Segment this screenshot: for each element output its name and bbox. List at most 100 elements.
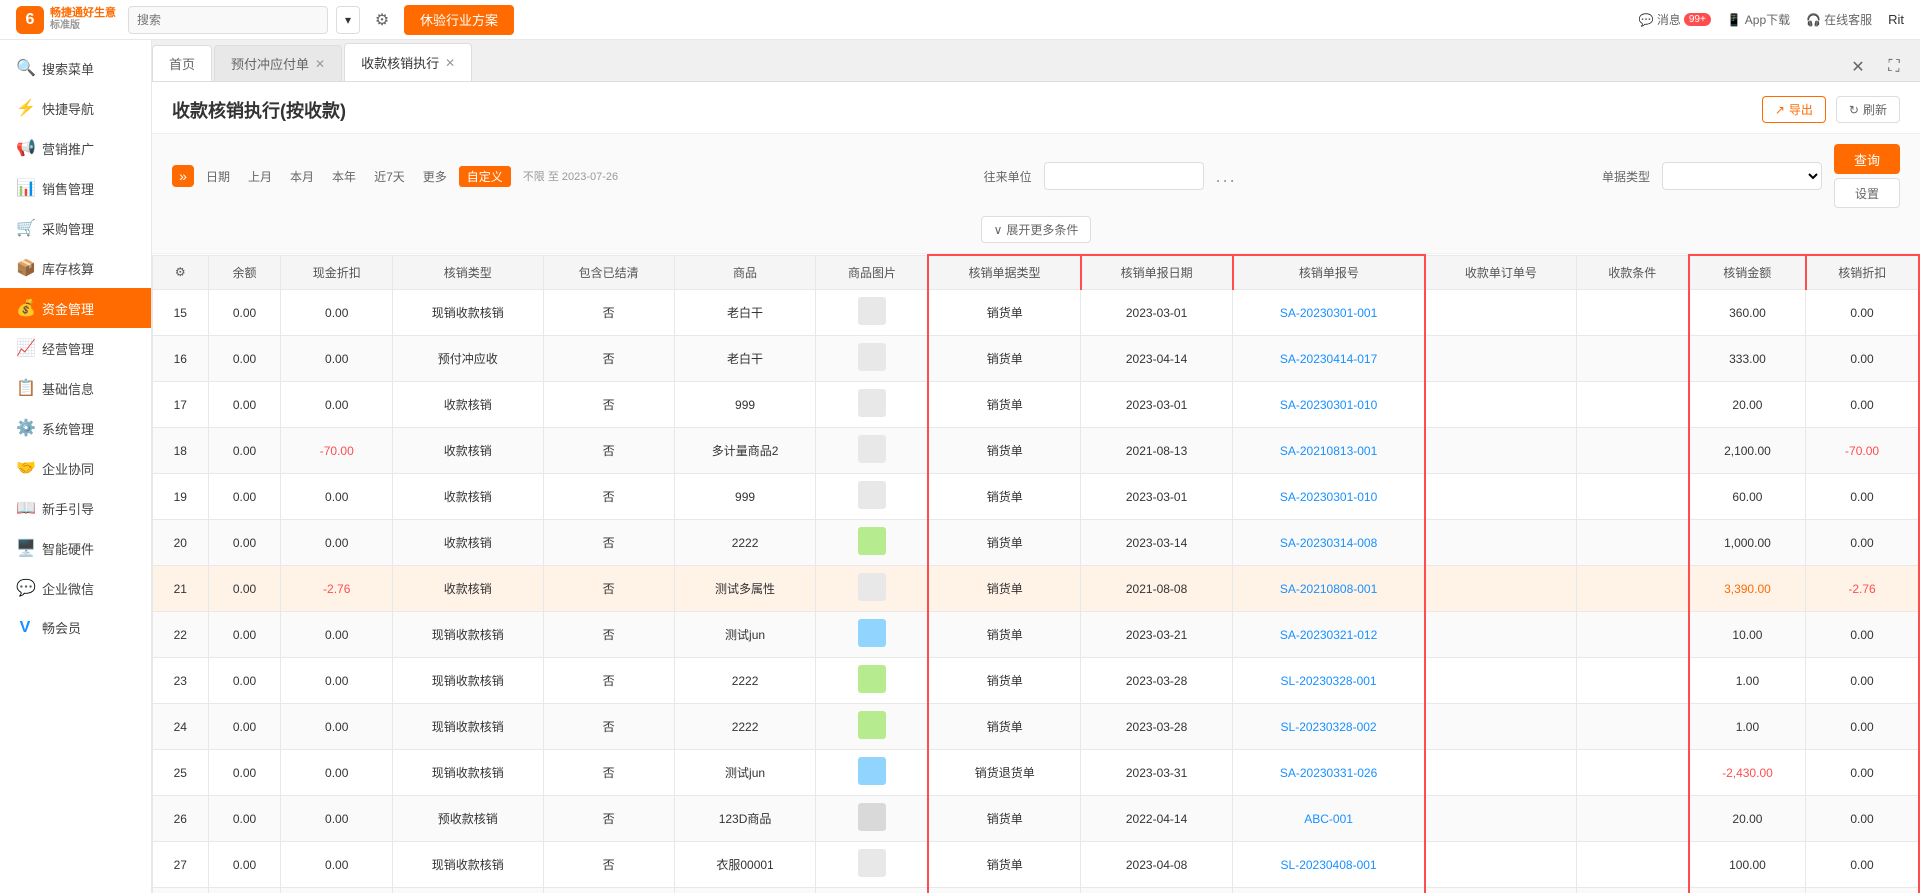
date-btn-7days[interactable]: 近7天	[368, 166, 411, 187]
table-cell-bill-report-type: 销货单	[928, 566, 1080, 612]
bill-type-select[interactable]	[1662, 162, 1822, 190]
vip-icon: V	[16, 619, 34, 637]
table-cell-bill-report-no[interactable]: SA-20210808-001	[1233, 566, 1425, 612]
nav-dropdown[interactable]: ▾	[336, 6, 360, 34]
maximize-icon[interactable]: ⛶	[1880, 53, 1908, 81]
tab-home[interactable]: 首页	[152, 45, 212, 81]
sidebar-item-hardware[interactable]: 🖥️ 智能硬件	[0, 528, 151, 568]
bill-report-no-link[interactable]: SL-20230328-001	[1281, 674, 1377, 688]
sidebar-label-basic: 基础信息	[42, 379, 94, 398]
tab-prepay[interactable]: 预付冲应付单 ✕	[214, 45, 342, 81]
sidebar-item-purchase[interactable]: 🛒 采购管理	[0, 208, 151, 248]
export-icon: ↗	[1775, 103, 1785, 117]
table-cell-bill-report-no[interactable]: SA-20210813-001	[1233, 428, 1425, 474]
col-balance-header: 余额	[208, 255, 281, 290]
table-cell-bill-report-no[interactable]: SA-20230301-010	[1233, 474, 1425, 520]
page-content: 收款核销执行(按收款) ↗ 导出 ↻ 刷新 »	[152, 82, 1920, 893]
table-cell-receipt-order-no	[1425, 658, 1576, 704]
bill-report-no-link[interactable]: SA-20230314-008	[1280, 536, 1377, 550]
table-cell-bill-report-no[interactable]: SA-20230414-017	[1233, 336, 1425, 382]
bill-report-no-link[interactable]: SA-20230331-026	[1280, 766, 1377, 780]
refresh-button[interactable]: ↻ 刷新	[1836, 96, 1900, 123]
message-btn[interactable]: 💬 消息 99+	[1639, 11, 1711, 28]
table-settings-button[interactable]: 设置	[1834, 178, 1900, 208]
bill-report-no-link[interactable]: SA-20230414-017	[1280, 352, 1377, 366]
table-cell-receipt-order-no	[1425, 566, 1576, 612]
bill-report-no-link[interactable]: SA-20230301-010	[1280, 398, 1377, 412]
app-download-btn[interactable]: 📱 App下载	[1727, 11, 1790, 28]
table-cell-cancel-discount: 0.00	[1806, 842, 1919, 888]
sidebar-item-finance[interactable]: 💰 资金管理	[0, 288, 151, 328]
table-cell-product-image	[816, 842, 928, 888]
tab-receipt-cancel-close[interactable]: ✕	[445, 56, 455, 70]
table-cell-bill-report-no[interactable]: SA-20230301-010	[1233, 382, 1425, 428]
table-cell-bill-report-no[interactable]: SA-20230321-012	[1233, 612, 1425, 658]
sidebar-item-quick[interactable]: ⚡ 快捷导航	[0, 88, 151, 128]
tab-receipt-cancel[interactable]: 收款核销执行 ✕	[344, 43, 472, 81]
table-cell-product-image	[816, 796, 928, 842]
top-search-input[interactable]	[128, 6, 328, 34]
table-cell-bill-report-date: 2023-03-01	[1081, 290, 1233, 336]
col-settings-header[interactable]: ⚙	[153, 255, 209, 290]
sidebar-item-sales[interactable]: 📊 销售管理	[0, 168, 151, 208]
date-btn-last-month[interactable]: 上月	[242, 166, 278, 187]
bill-report-no-link[interactable]: SA-20210813-001	[1280, 444, 1377, 458]
table-cell-bill-report-no[interactable]: SL-20230408-001	[1233, 842, 1425, 888]
sidebar-label-hardware: 智能硬件	[42, 539, 94, 558]
table-cell-seq: 27	[153, 842, 209, 888]
sidebar-item-inventory[interactable]: 📦 库存核算	[0, 248, 151, 288]
table-cell-bill-report-no[interactable]: SL-20230418-001	[1233, 888, 1425, 893]
date-btn-custom[interactable]: 自定义	[459, 166, 511, 187]
date-btn-this-month[interactable]: 本月	[284, 166, 320, 187]
expand-more-btn[interactable]: ∨ 展开更多条件	[981, 216, 1092, 243]
sidebar-item-marketing[interactable]: 📢 营销推广	[0, 128, 151, 168]
table-cell-seq: 26	[153, 796, 209, 842]
refresh-icon: ↻	[1849, 103, 1859, 117]
sidebar-item-guide[interactable]: 📖 新手引导	[0, 488, 151, 528]
table-cell-cash-discount: 0.00	[281, 612, 393, 658]
sidebar-item-operations[interactable]: 📈 经营管理	[0, 328, 151, 368]
table-cell-bill-report-no[interactable]: ABC-001	[1233, 796, 1425, 842]
bill-report-no-link[interactable]: SL-20230408-001	[1281, 858, 1377, 872]
bill-report-no-link[interactable]: SA-20230321-012	[1280, 628, 1377, 642]
date-btn-more[interactable]: 更多	[417, 166, 453, 187]
table-cell-bill-report-no[interactable]: SL-20230328-002	[1233, 704, 1425, 750]
table-cell-receipt-order-no	[1425, 704, 1576, 750]
sidebar-item-system[interactable]: ⚙️ 系统管理	[0, 408, 151, 448]
sidebar-item-vip[interactable]: V 畅会员	[0, 608, 151, 647]
sidebar: 🔍 搜索菜单 ⚡ 快捷导航 📢 营销推广 📊 销售管理 🛒 采购管理 📦 库存核…	[0, 40, 152, 893]
bill-report-no-link[interactable]: SA-20230301-010	[1280, 490, 1377, 504]
table-cell-cancel-amount: 2,100.00	[1689, 428, 1806, 474]
export-button[interactable]: ↗ 导出	[1762, 96, 1826, 123]
bill-report-no-link[interactable]: SL-20230328-002	[1281, 720, 1377, 734]
filter-expand-arrow[interactable]: »	[172, 165, 194, 187]
bill-report-no-link[interactable]: ABC-001	[1304, 812, 1353, 826]
date-btn-this-year[interactable]: 本年	[326, 166, 362, 187]
sidebar-item-basic[interactable]: 📋 基础信息	[0, 368, 151, 408]
bill-report-no-link[interactable]: SA-20230301-001	[1280, 306, 1377, 320]
sidebar-item-wechat[interactable]: 💬 企业微信	[0, 568, 151, 608]
table-cell-include-settled: 否	[543, 520, 674, 566]
table-cell-include-settled: 否	[543, 566, 674, 612]
query-button[interactable]: 查询	[1834, 144, 1900, 174]
message-badge: 99+	[1684, 13, 1711, 26]
online-service-btn[interactable]: 🎧 在线客服	[1806, 11, 1872, 28]
partner-input[interactable]	[1044, 162, 1204, 190]
table-cell-bill-report-no[interactable]: SA-20230301-001	[1233, 290, 1425, 336]
table-cell-bill-report-no[interactable]: SA-20230331-026	[1233, 750, 1425, 796]
table-cell-product: 测试多属性	[674, 566, 816, 612]
sidebar-item-search[interactable]: 🔍 搜索菜单	[0, 48, 151, 88]
table-cell-bill-report-no[interactable]: SL-20230328-001	[1233, 658, 1425, 704]
table-cell-bill-report-type: 销货退货单	[928, 750, 1080, 796]
table-cell-bill-report-type: 销货单	[928, 290, 1080, 336]
table-cell-payment-condition	[1576, 842, 1688, 888]
industry-btn[interactable]: 休验行业方案	[404, 5, 514, 35]
sidebar-item-collab[interactable]: 🤝 企业协同	[0, 448, 151, 488]
table-cell-cancel-type: 收款核销	[393, 382, 543, 428]
bill-report-no-link[interactable]: SA-20210808-001	[1280, 582, 1377, 596]
settings-icon[interactable]: ⚙	[368, 6, 396, 34]
table-cell-bill-report-no[interactable]: SA-20230314-008	[1233, 520, 1425, 566]
close-window-icon[interactable]: ✕	[1844, 53, 1872, 81]
tab-prepay-close[interactable]: ✕	[315, 57, 325, 71]
tab-bar: 首页 预付冲应付单 ✕ 收款核销执行 ✕ ✕ ⛶	[152, 40, 1920, 82]
